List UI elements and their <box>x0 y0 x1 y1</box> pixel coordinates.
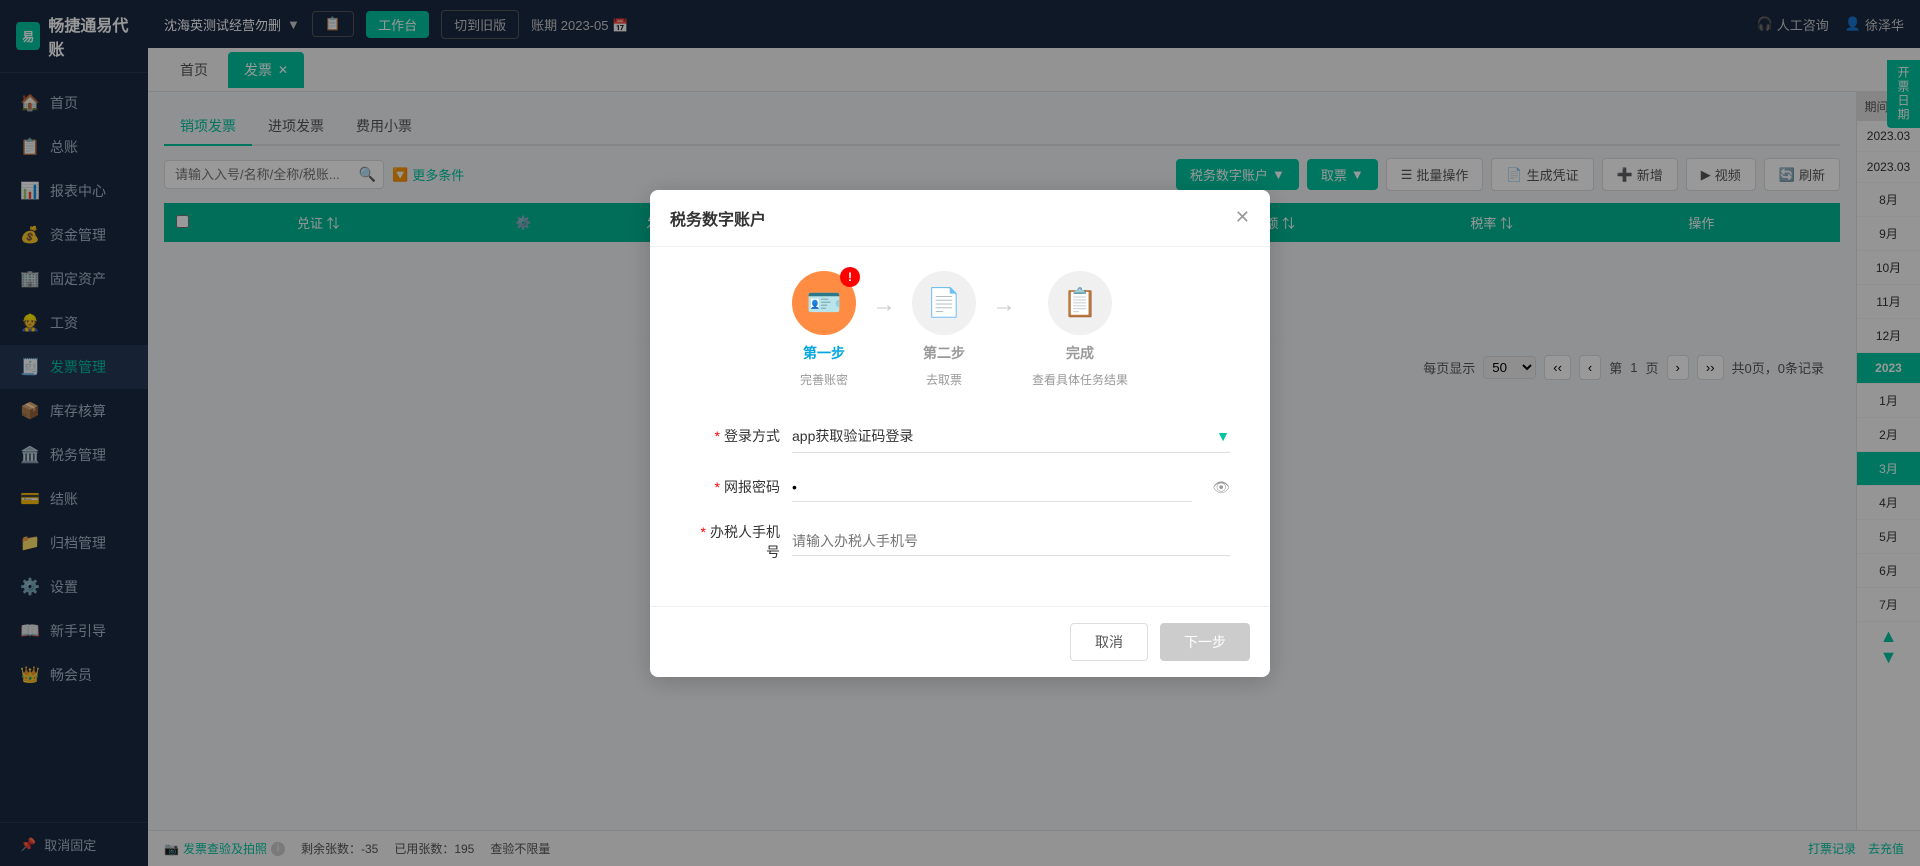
step-3: 📋 完成 查看具体任务结果 <box>1032 271 1128 388</box>
login-method-select[interactable]: app获取验证码登录 ▼ <box>792 420 1230 453</box>
next-btn[interactable]: 下一步 <box>1160 623 1250 661</box>
step-arrow-1: → <box>872 291 896 319</box>
step-3-icon: 📋 <box>1048 271 1112 335</box>
step-2-sublabel: 去取票 <box>926 371 962 388</box>
dialog-footer: 取消 下一步 <box>650 606 1270 677</box>
step-arrow-2: → <box>992 291 1016 319</box>
step-1-sublabel: 完善账密 <box>800 371 848 388</box>
toggle-password-icon[interactable]: 👁 <box>1212 479 1230 496</box>
dropdown-chevron-icon: ▼ <box>1216 428 1230 444</box>
dialog-body: 🪪 ! 第一步 完善账密 → 📄 第二步 去取票 → <box>650 247 1270 606</box>
tax-digital-dialog: 税务数字账户 ✕ 🪪 ! 第一步 完善账密 → <box>650 190 1270 677</box>
step-2: 📄 第二步 去取票 <box>912 271 976 388</box>
cancel-btn[interactable]: 取消 <box>1070 623 1148 661</box>
password-label: 网报密码 <box>690 477 780 497</box>
step-1-icon: 🪪 ! <box>792 271 856 335</box>
phone-input[interactable] <box>792 527 1230 556</box>
step-3-sublabel: 查看具体任务结果 <box>1032 371 1128 388</box>
step-2-icon: 📄 <box>912 271 976 335</box>
dialog-close-btn[interactable]: ✕ <box>1235 207 1250 228</box>
login-method-label: 登录方式 <box>690 426 780 446</box>
phone-row: 办税人手机号 <box>690 522 1230 562</box>
step-1-badge: ! <box>840 267 860 287</box>
step-2-label: 第二步 <box>923 343 965 363</box>
dialog-title: 税务数字账户 <box>670 206 766 230</box>
step-3-label: 完成 <box>1066 343 1094 363</box>
steps-container: 🪪 ! 第一步 完善账密 → 📄 第二步 去取票 → <box>690 271 1230 388</box>
step-1-label: 第一步 <box>803 343 845 363</box>
phone-label: 办税人手机号 <box>690 522 780 562</box>
login-method-row: 登录方式 app获取验证码登录 ▼ <box>690 420 1230 453</box>
step-1: 🪪 ! 第一步 完善账密 <box>792 271 856 388</box>
password-row: 网报密码 👁 <box>690 473 1230 502</box>
password-input[interactable] <box>792 473 1192 502</box>
dialog-header: 税务数字账户 ✕ <box>650 190 1270 247</box>
dialog-overlay: 税务数字账户 ✕ 🪪 ! 第一步 完善账密 → <box>0 0 1920 866</box>
